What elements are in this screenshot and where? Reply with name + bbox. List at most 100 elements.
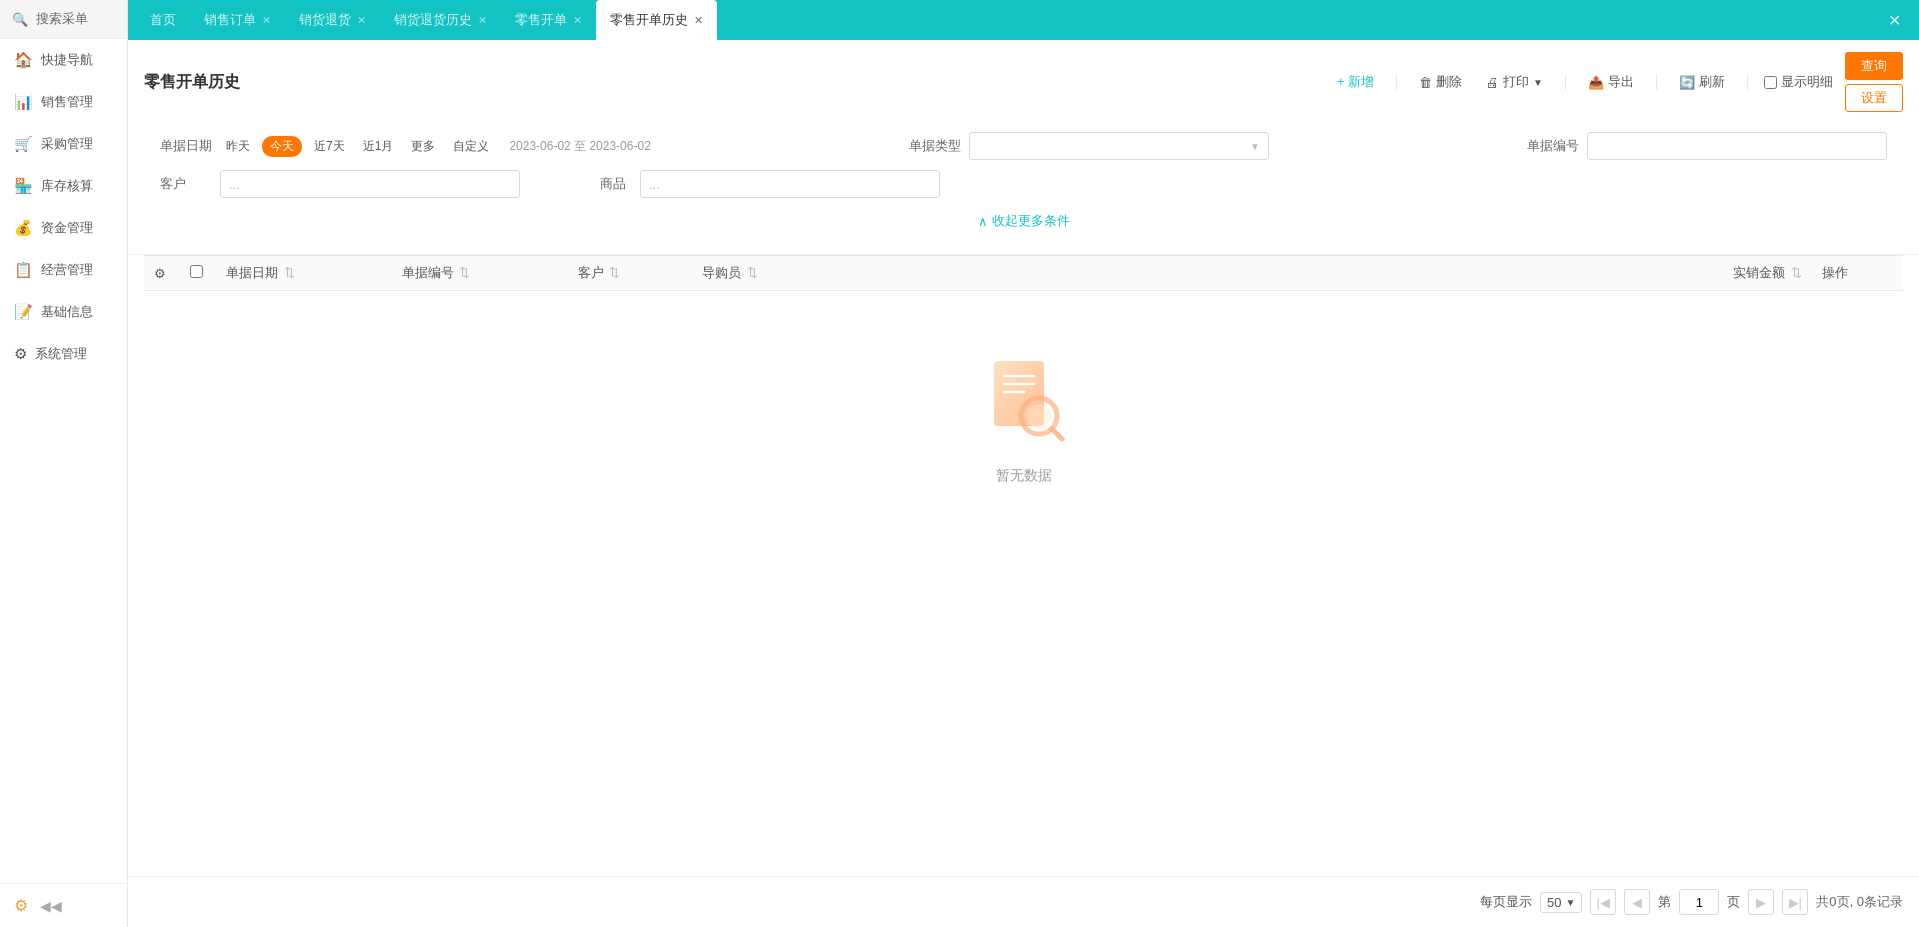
type-filter-select[interactable]: ▼ bbox=[969, 132, 1269, 160]
sidebar-item-finance[interactable]: 💰 资金管理 bbox=[0, 207, 127, 249]
print-arrow-icon: ▼ bbox=[1533, 77, 1543, 88]
col-customer-sort: ⇅ bbox=[609, 265, 620, 280]
date-btn-custom[interactable]: 自定义 bbox=[447, 136, 495, 157]
goods-filter-input[interactable]: ... bbox=[640, 170, 940, 198]
tab-retail-open[interactable]: 零售开单 ✕ bbox=[501, 0, 596, 40]
col-customer[interactable]: 客户 ⇅ bbox=[568, 256, 692, 291]
delete-icon: 🗑 bbox=[1419, 75, 1432, 90]
col-action: 操作 bbox=[1812, 256, 1903, 291]
tab-sales-return[interactable]: 销货退货 ✕ bbox=[285, 0, 380, 40]
date-range-display: 2023-06-02 至 2023-06-02 bbox=[509, 138, 650, 155]
col-amount-label: 实销金额 bbox=[1733, 265, 1785, 280]
display-detail-input[interactable] bbox=[1764, 76, 1777, 89]
tab-sales-order-close[interactable]: ✕ bbox=[262, 14, 271, 27]
tab-sales-order[interactable]: 销售订单 ✕ bbox=[190, 0, 285, 40]
refresh-button[interactable]: 🔄 刷新 bbox=[1673, 69, 1731, 95]
sidebar-item-operations[interactable]: 📋 经营管理 bbox=[0, 249, 127, 291]
query-button[interactable]: 查询 bbox=[1845, 52, 1903, 80]
col-spacer bbox=[842, 256, 1636, 291]
select-all-checkbox[interactable] bbox=[190, 265, 203, 278]
sidebar-item-label: 销售管理 bbox=[41, 93, 93, 111]
print-icon: 🖨 bbox=[1486, 75, 1499, 90]
content-area: 零售开单历史 + 新增 🗑 删除 🖨 打印 ▼ 📤 bbox=[128, 40, 1919, 927]
number-filter-input[interactable] bbox=[1587, 132, 1887, 160]
display-detail-checkbox[interactable]: 显示明细 bbox=[1764, 73, 1833, 91]
table-settings-col[interactable]: ⚙ bbox=[144, 256, 180, 291]
tab-retail-open-close[interactable]: ✕ bbox=[573, 14, 582, 27]
tab-retail-history-close[interactable]: ✕ bbox=[694, 14, 703, 27]
delete-button[interactable]: 🗑 删除 bbox=[1413, 69, 1468, 95]
sidebar-item-label: 基础信息 bbox=[41, 303, 93, 321]
customer-filter-input[interactable]: ... bbox=[220, 170, 520, 198]
type-filter-label: 单据类型 bbox=[909, 137, 969, 155]
sidebar-search[interactable]: 🔍 搜索采单 bbox=[0, 0, 127, 39]
sidebar-item-quick-nav[interactable]: 🏠 快捷导航 bbox=[0, 39, 127, 81]
table-wrapper: ⚙ 单据日期 ⇅ 单据编号 ⇅ 客户 bbox=[128, 255, 1919, 876]
chart-icon: 📊 bbox=[14, 93, 33, 111]
prev-page-btn[interactable]: ◀ bbox=[1624, 889, 1650, 915]
sidebar-item-system-mgmt[interactable]: ⚙ 系统管理 bbox=[0, 333, 127, 375]
sidebar-item-label: 系统管理 bbox=[35, 345, 87, 363]
sidebar-item-inventory[interactable]: 🏪 库存核算 bbox=[0, 165, 127, 207]
export-button[interactable]: 📤 导出 bbox=[1582, 69, 1640, 95]
clipboard-icon: 📋 bbox=[14, 261, 33, 279]
tab-retail-history[interactable]: 零售开单历史 ✕ bbox=[596, 0, 717, 40]
print-button[interactable]: 🖨 打印 ▼ bbox=[1480, 69, 1549, 95]
per-page-label: 每页显示 bbox=[1480, 893, 1532, 911]
sidebar-item-label: 采购管理 bbox=[41, 135, 93, 153]
pagination: 每页显示 50 ▼ |◀ ◀ 第 页 ▶ ▶| 共0页, 0条记录 bbox=[128, 876, 1919, 927]
tab-sales-return-close[interactable]: ✕ bbox=[357, 14, 366, 27]
collapse-label: 收起更多条件 bbox=[992, 212, 1070, 230]
date-btn-more[interactable]: 更多 bbox=[405, 136, 441, 157]
sidebar-item-basic-info[interactable]: 📝 基础信息 bbox=[0, 291, 127, 333]
col-amount[interactable]: 实销金额 ⇅ bbox=[1636, 256, 1812, 291]
collapse-sidebar-icon[interactable]: ◀◀ bbox=[40, 898, 62, 914]
topnav-close-btn[interactable]: ✕ bbox=[1878, 11, 1911, 30]
sidebar-item-sales-mgmt[interactable]: 📊 销售管理 bbox=[0, 81, 127, 123]
col-number-label: 单据编号 bbox=[402, 265, 454, 280]
tab-sales-return-label: 销货退货 bbox=[299, 11, 351, 29]
tab-sales-return-history-close[interactable]: ✕ bbox=[478, 14, 487, 27]
tab-sales-return-history-label: 销货退货历史 bbox=[394, 11, 472, 29]
gear-icon: ⚙ bbox=[14, 345, 27, 363]
export-label: 导出 bbox=[1608, 73, 1634, 91]
store-icon: 🏪 bbox=[14, 177, 33, 195]
table-check-col[interactable] bbox=[180, 256, 216, 291]
setting-button[interactable]: 设置 bbox=[1845, 84, 1903, 112]
customer-dots: ... bbox=[229, 177, 240, 192]
col-date[interactable]: 单据日期 ⇅ bbox=[216, 256, 392, 291]
refresh-label: 刷新 bbox=[1699, 73, 1725, 91]
tab-sales-order-label: 销售订单 bbox=[204, 11, 256, 29]
sidebar-item-label: 库存核算 bbox=[41, 177, 93, 195]
sidebar: 🔍 搜索采单 🏠 快捷导航 📊 销售管理 🛒 采购管理 🏪 库存核算 💰 资金管… bbox=[0, 0, 128, 927]
tab-retail-history-label: 零售开单历史 bbox=[610, 11, 688, 29]
tab-home[interactable]: 首页 bbox=[136, 0, 190, 40]
sidebar-item-label: 经营管理 bbox=[41, 261, 93, 279]
date-filter-buttons: 昨天 今天 近7天 近1月 更多 自定义 2023-06-02 至 2023-0… bbox=[220, 136, 651, 157]
date-btn-yesterday[interactable]: 昨天 bbox=[220, 136, 256, 157]
tab-sales-return-history[interactable]: 销货退货历史 ✕ bbox=[380, 0, 501, 40]
add-button[interactable]: + 新增 bbox=[1331, 69, 1380, 95]
next-page-btn[interactable]: ▶ bbox=[1748, 889, 1774, 915]
settings-icon[interactable]: ⚙ bbox=[14, 896, 28, 915]
per-page-select[interactable]: 50 ▼ bbox=[1540, 892, 1582, 913]
col-number-sort: ⇅ bbox=[459, 265, 470, 280]
cart-icon: 🛒 bbox=[14, 135, 33, 153]
sidebar-item-purchase-mgmt[interactable]: 🛒 采购管理 bbox=[0, 123, 127, 165]
first-page-btn[interactable]: |◀ bbox=[1590, 889, 1616, 915]
col-customer-label: 客户 bbox=[578, 265, 604, 280]
toolbar-divider-4 bbox=[1747, 74, 1748, 90]
col-guide[interactable]: 导购员 ⇅ bbox=[692, 256, 842, 291]
filter-row-date: 单据日期 昨天 今天 近7天 近1月 更多 自定义 2023-06-02 至 2… bbox=[160, 132, 1887, 160]
page-number-input[interactable] bbox=[1679, 889, 1719, 915]
print-label: 打印 bbox=[1503, 73, 1529, 91]
col-number[interactable]: 单据编号 ⇅ bbox=[392, 256, 568, 291]
date-btn-1month[interactable]: 近1月 bbox=[357, 136, 400, 157]
page-unit: 页 bbox=[1727, 893, 1740, 911]
date-btn-today[interactable]: 今天 bbox=[262, 136, 302, 157]
table-header: ⚙ 单据日期 ⇅ 单据编号 ⇅ 客户 bbox=[144, 256, 1903, 291]
last-page-btn[interactable]: ▶| bbox=[1782, 889, 1808, 915]
goods-dots: ... bbox=[649, 177, 660, 192]
collapse-button[interactable]: ∧ 收起更多条件 bbox=[978, 208, 1070, 234]
date-btn-7days[interactable]: 近7天 bbox=[308, 136, 351, 157]
